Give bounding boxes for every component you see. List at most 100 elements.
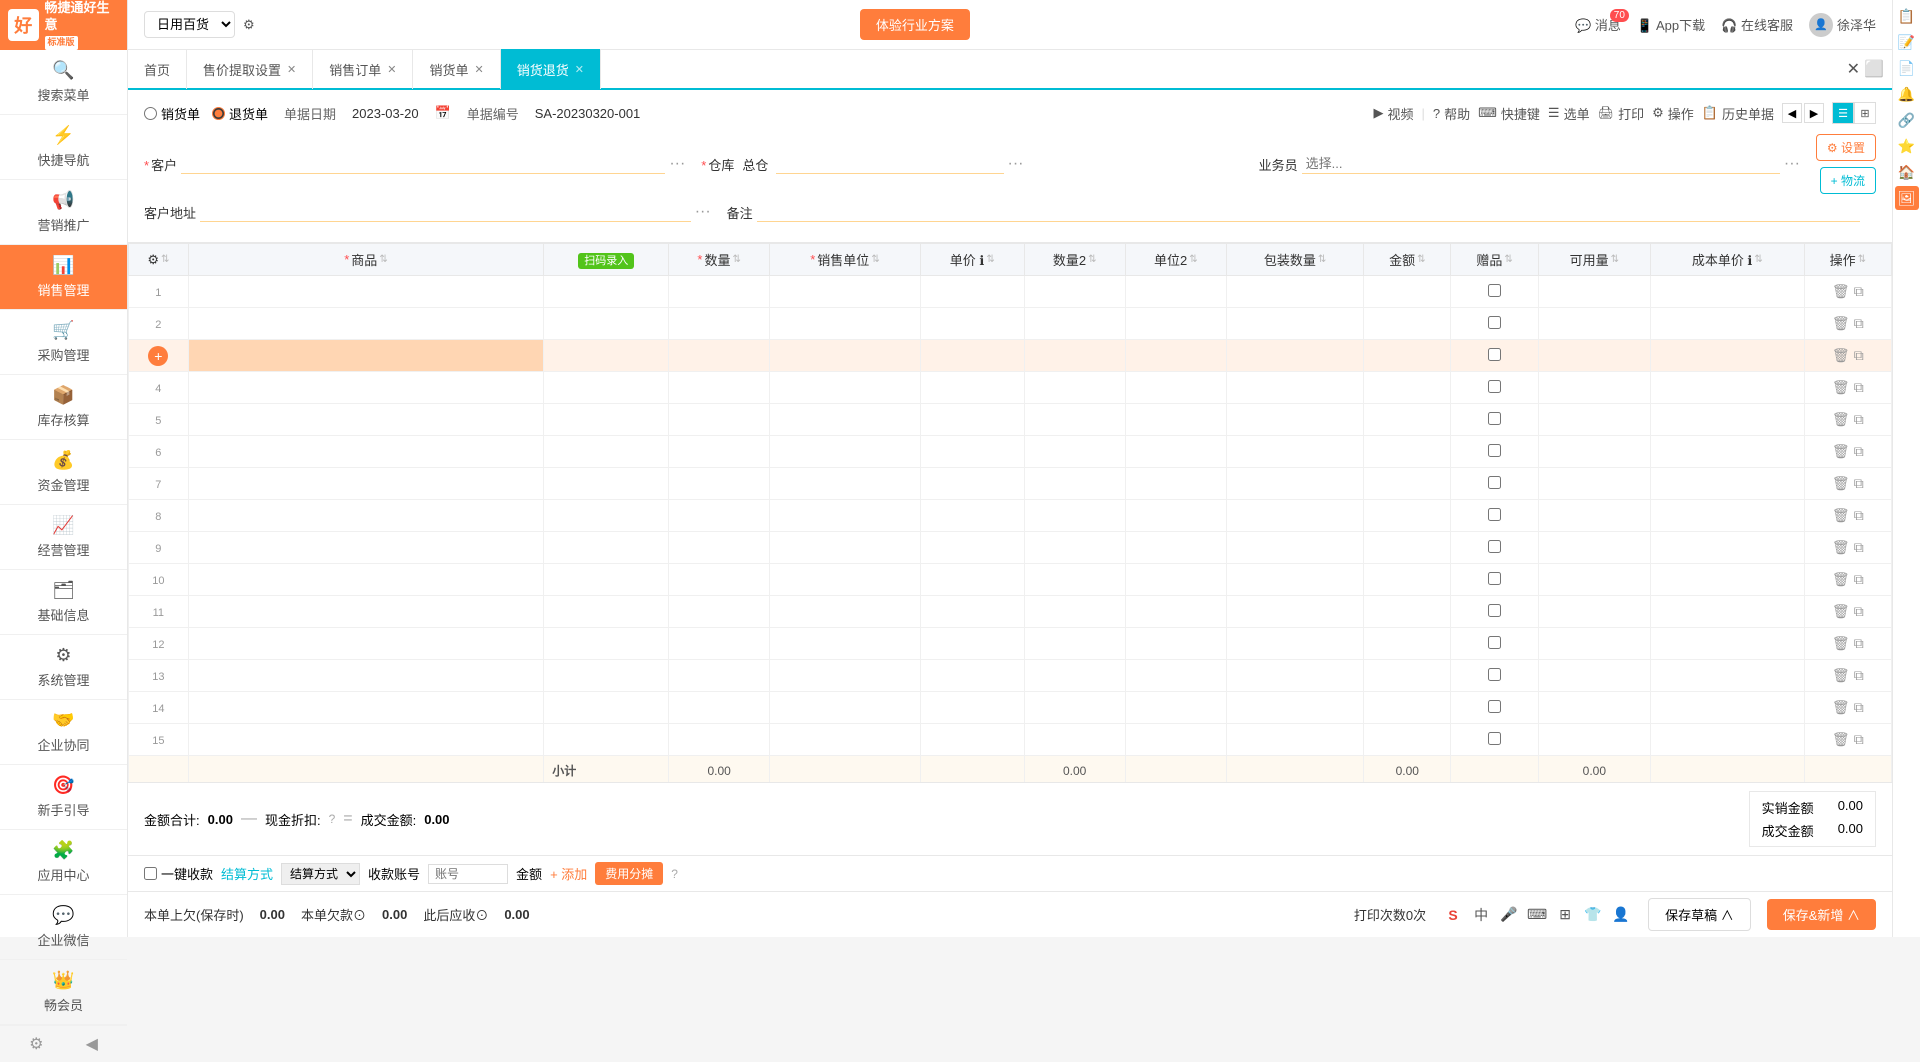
sort-icon-price[interactable]: ⇅ <box>986 254 994 265</box>
settle-label[interactable]: 结算方式 <box>221 864 273 883</box>
cell-8-available[interactable] <box>1538 500 1650 532</box>
radio-return-input[interactable] <box>212 107 225 120</box>
voice-icon[interactable]: 🎤 <box>1498 904 1520 926</box>
cell-7-product[interactable] <box>188 468 544 500</box>
cell-3-product[interactable] <box>188 340 544 372</box>
cell-2-pkg_qty[interactable] <box>1226 308 1363 340</box>
copy-icon-11[interactable]: ⧉ <box>1854 603 1864 620</box>
delete-icon-12[interactable]: 🗑 <box>1832 635 1850 652</box>
cell-2-scan[interactable] <box>544 308 669 340</box>
cell-11-amount[interactable] <box>1364 596 1451 628</box>
cell-7-amount[interactable] <box>1364 468 1451 500</box>
cell-1-price[interactable] <box>920 276 1024 308</box>
cell-14-unit[interactable] <box>770 692 921 724</box>
cell-10-product[interactable] <box>188 564 544 596</box>
cell-6-cost_price[interactable] <box>1650 436 1804 468</box>
gift-check-4[interactable] <box>1488 380 1501 393</box>
delete-icon-8[interactable]: 🗑 <box>1832 507 1850 524</box>
copy-icon-7[interactable]: ⧉ <box>1854 475 1864 492</box>
cell-13-qty2[interactable] <box>1024 660 1125 692</box>
cell-2-cost_price[interactable] <box>1650 308 1804 340</box>
cell-9-scan[interactable] <box>544 532 669 564</box>
cell-4-available[interactable] <box>1538 372 1650 404</box>
sidebar-collapse-icon[interactable]: ◀ <box>86 1034 98 1054</box>
cell-14-product[interactable] <box>188 692 544 724</box>
gift-check-15[interactable] <box>1488 732 1501 745</box>
customer-input[interactable] <box>181 154 665 174</box>
history-btn[interactable]: 📋 历史单据 <box>1702 104 1774 123</box>
address-input[interactable] <box>200 202 691 222</box>
prev-arrow[interactable]: ◀ <box>1782 103 1802 123</box>
copy-icon-15[interactable]: ⧉ <box>1854 731 1864 748</box>
cell-1-available[interactable] <box>1538 276 1650 308</box>
cell-1-unit[interactable] <box>770 276 921 308</box>
tab-1[interactable]: 售价提取设置✕ <box>187 49 313 89</box>
tab-3[interactable]: 销货单✕ <box>413 49 500 89</box>
cell-3-pkg_qty[interactable] <box>1226 340 1363 372</box>
radio-return[interactable]: 退货单 <box>212 104 268 123</box>
feefen-btn[interactable]: 费用分摊 <box>595 862 663 885</box>
cell-10-amount[interactable] <box>1364 564 1451 596</box>
cell-11-price[interactable] <box>920 596 1024 628</box>
gift-check-12[interactable] <box>1488 636 1501 649</box>
delete-icon-10[interactable]: 🗑 <box>1832 571 1850 588</box>
cell-4-cost_price[interactable] <box>1650 372 1804 404</box>
cell-7-cost_price[interactable] <box>1650 468 1804 500</box>
shortcut-btn[interactable]: ⌨ 快捷键 <box>1478 104 1540 123</box>
help-btn[interactable]: ? 帮助 <box>1433 104 1470 123</box>
cell-14-cost_price[interactable] <box>1650 692 1804 724</box>
logistics-btn[interactable]: + 物流 <box>1820 167 1876 194</box>
cell-7-unit[interactable] <box>770 468 921 500</box>
gift-check-13[interactable] <box>1488 668 1501 681</box>
right-icon-4[interactable]: 🔔 <box>1895 82 1919 106</box>
table-icon[interactable]: ⊞ <box>1554 904 1576 926</box>
cell-8-qty2[interactable] <box>1024 500 1125 532</box>
cell-2-amount[interactable] <box>1364 308 1451 340</box>
sidebar-item-销售管理[interactable]: 📊销售管理 <box>0 245 127 310</box>
gift-check-11[interactable] <box>1488 604 1501 617</box>
user2-icon[interactable]: 👤 <box>1610 904 1632 926</box>
cell-9-cost_price[interactable] <box>1650 532 1804 564</box>
cell-15-cost_price[interactable] <box>1650 724 1804 756</box>
discount-question-icon[interactable]: ? <box>329 812 336 826</box>
cell-6-amount[interactable] <box>1364 436 1451 468</box>
sidebar-item-搜索菜单[interactable]: 🔍搜索菜单 <box>0 50 127 115</box>
sidebar-item-库存核算[interactable]: 📦库存核算 <box>0 375 127 440</box>
cell-15-scan[interactable] <box>544 724 669 756</box>
gift-check-7[interactable] <box>1488 476 1501 489</box>
cell-15-amount[interactable] <box>1364 724 1451 756</box>
sidebar-item-经营管理[interactable]: 📈经营管理 <box>0 505 127 570</box>
cell-12-unit2[interactable] <box>1125 628 1226 660</box>
cell-10-price[interactable] <box>920 564 1024 596</box>
note-input[interactable] <box>757 202 1860 222</box>
save-new-btn[interactable]: 保存&新增 ∧ <box>1767 899 1876 930</box>
delete-icon-9[interactable]: 🗑 <box>1832 539 1850 556</box>
cell-13-scan[interactable] <box>544 660 669 692</box>
cell-9-amount[interactable] <box>1364 532 1451 564</box>
cell-4-unit2[interactable] <box>1125 372 1226 404</box>
cell-2-available[interactable] <box>1538 308 1650 340</box>
scan-btn[interactable]: 扫码录入 <box>578 253 634 269</box>
cell-6-qty[interactable] <box>669 436 770 468</box>
cell-14-pkg_qty[interactable] <box>1226 692 1363 724</box>
cell-5-qty2[interactable] <box>1024 404 1125 436</box>
copy-icon-12[interactable]: ⧉ <box>1854 635 1864 652</box>
gift-check-9[interactable] <box>1488 540 1501 553</box>
cell-11-unit[interactable] <box>770 596 921 628</box>
close-tab-icon[interactable]: ✕ <box>1847 59 1860 79</box>
delete-icon-15[interactable]: 🗑 <box>1832 731 1850 748</box>
delete-icon-3[interactable]: 🗑 <box>1832 347 1850 364</box>
cell-14-unit2[interactable] <box>1125 692 1226 724</box>
cell-8-unit[interactable] <box>770 500 921 532</box>
message-btn[interactable]: 💬 70 消息 <box>1575 15 1621 34</box>
cell-10-scan[interactable] <box>544 564 669 596</box>
cell-1-unit2[interactable] <box>1125 276 1226 308</box>
copy-icon-1[interactable]: ⧉ <box>1854 283 1864 300</box>
cell-11-available[interactable] <box>1538 596 1650 628</box>
cell-13-pkg_qty[interactable] <box>1226 660 1363 692</box>
one-click-input[interactable] <box>144 867 157 880</box>
tab-close-3[interactable]: ✕ <box>475 63 484 76</box>
keyboard2-icon[interactable]: ⌨ <box>1526 904 1548 926</box>
cell-14-qty2[interactable] <box>1024 692 1125 724</box>
maximize-icon[interactable]: ⬜ <box>1864 59 1884 79</box>
